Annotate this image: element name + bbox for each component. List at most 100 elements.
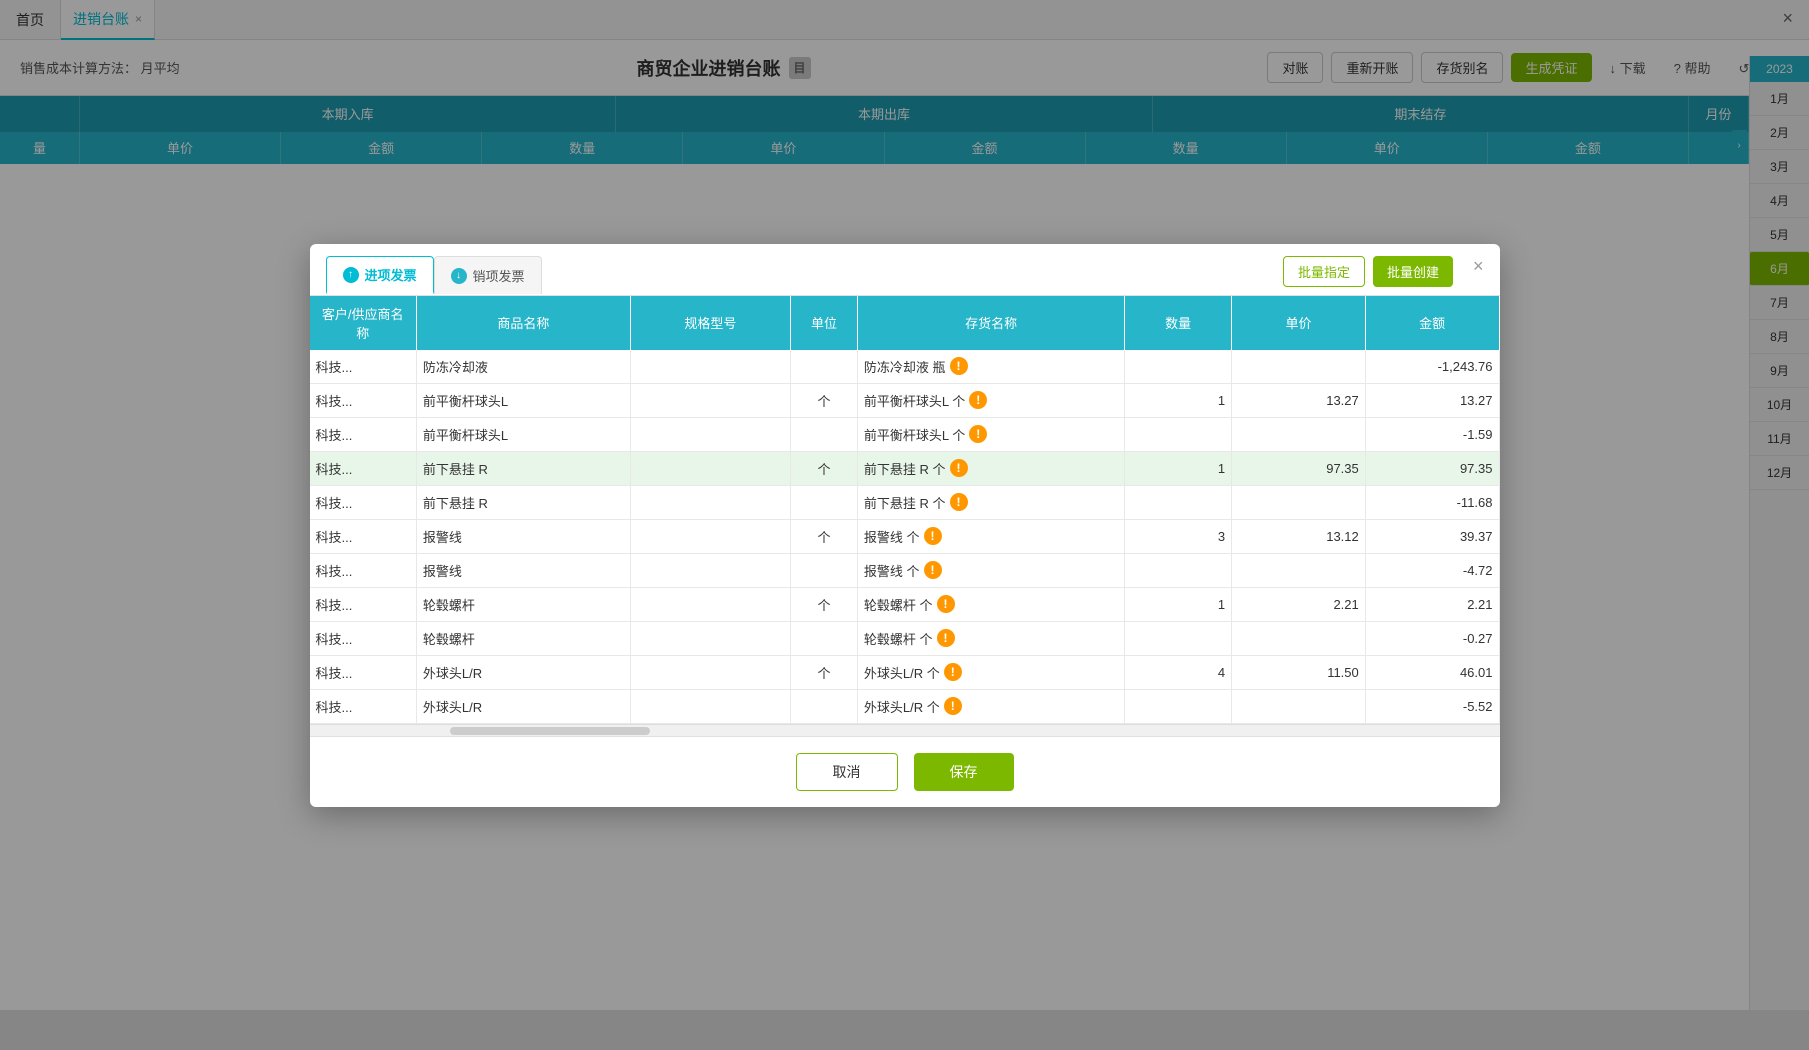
table-cell: -4.72: [1365, 553, 1499, 587]
warning-icon[interactable]: !: [937, 629, 955, 647]
warning-icon[interactable]: !: [950, 357, 968, 375]
table-cell: [791, 621, 858, 655]
inventory-cell: 防冻冷却液 瓶!: [858, 350, 1125, 383]
tab-purchase-invoice[interactable]: ↑ 进项发票: [326, 256, 434, 294]
table-cell: 前下悬挂 R: [416, 485, 630, 519]
warning-icon[interactable]: !: [950, 493, 968, 511]
table-cell: -11.68: [1365, 485, 1499, 519]
table-cell: [791, 350, 858, 384]
table-cell: [791, 553, 858, 587]
table-cell: 11.50: [1232, 655, 1366, 689]
inventory-cell: 报警线 个!: [858, 554, 1125, 587]
table-cell: 13.12: [1232, 519, 1366, 553]
table-cell: 科技...: [310, 417, 417, 451]
tab-sales-label: 销项发票: [473, 266, 525, 285]
table-cell: [630, 350, 790, 384]
table-cell: 科技...: [310, 519, 417, 553]
table-cell: [1125, 485, 1232, 519]
col-amount: 金额: [1365, 296, 1499, 350]
warning-icon[interactable]: !: [969, 391, 987, 409]
table-cell: [1125, 689, 1232, 723]
table-cell: [630, 417, 790, 451]
cancel-button[interactable]: 取消: [796, 753, 898, 791]
col-spec: 规格型号: [630, 296, 790, 350]
table-cell: 科技...: [310, 451, 417, 485]
table-row: 科技...前下悬挂 R个前下悬挂 R 个!197.3597.35: [310, 451, 1500, 485]
col-quantity: 数量: [1125, 296, 1232, 350]
col-inventory: 存货名称: [857, 296, 1124, 350]
modal-overlay: ↑ 进项发票 ↓ 销项发票 批量指定 批量创建 × 客户/供应商名称: [0, 0, 1809, 1050]
modal-header: ↑ 进项发票 ↓ 销项发票 批量指定 批量创建 ×: [310, 244, 1500, 296]
table-cell: 科技...: [310, 383, 417, 417]
batch-create-button[interactable]: 批量创建: [1373, 256, 1453, 287]
modal-table: 客户/供应商名称 商品名称 规格型号 单位 存货名称 数量 单价 金额 科技..…: [310, 296, 1500, 724]
table-row: 科技...前下悬挂 R前下悬挂 R 个!-11.68: [310, 485, 1500, 519]
table-row: 科技...外球头L/R外球头L/R 个!-5.52: [310, 689, 1500, 723]
table-cell: 13.27: [1365, 383, 1499, 417]
table-cell: 39.37: [1365, 519, 1499, 553]
table-cell: [630, 689, 790, 723]
table-row: 科技...轮毂螺杆个轮毂螺杆 个!12.212.21: [310, 587, 1500, 621]
table-cell: 个: [791, 587, 858, 621]
table-cell: [791, 485, 858, 519]
col-unit-price: 单价: [1232, 296, 1366, 350]
table-cell: -1.59: [1365, 417, 1499, 451]
inventory-cell: 轮毂螺杆 个!: [858, 588, 1125, 621]
table-cell: 个: [791, 655, 858, 689]
table-cell: 科技...: [310, 621, 417, 655]
table-cell: 46.01: [1365, 655, 1499, 689]
table-cell: [1232, 553, 1366, 587]
scrollbar-thumb[interactable]: [450, 727, 650, 735]
table-row: 科技...报警线个报警线 个!313.1239.37: [310, 519, 1500, 553]
warning-icon[interactable]: !: [950, 459, 968, 477]
table-cell: [630, 553, 790, 587]
table-cell: 报警线: [416, 553, 630, 587]
modal-horizontal-scrollbar[interactable]: [310, 724, 1500, 736]
warning-icon[interactable]: !: [944, 663, 962, 681]
warning-icon[interactable]: !: [969, 425, 987, 443]
modal-header-actions: 批量指定 批量创建 ×: [1283, 256, 1484, 295]
inventory-cell: 外球头L/R 个!: [858, 656, 1125, 689]
warning-icon[interactable]: !: [924, 527, 942, 545]
table-cell: [1125, 621, 1232, 655]
batch-assign-button[interactable]: 批量指定: [1283, 256, 1365, 287]
table-row: 科技...防冻冷却液防冻冷却液 瓶!-1,243.76: [310, 350, 1500, 384]
table-cell: 3: [1125, 519, 1232, 553]
tab-sales-invoice[interactable]: ↓ 销项发票: [434, 256, 542, 294]
table-cell: -1,243.76: [1365, 350, 1499, 384]
table-row: 科技...外球头L/R个外球头L/R 个!411.5046.01: [310, 655, 1500, 689]
table-cell: 1: [1125, 383, 1232, 417]
tab-purchase-label: 进项发票: [365, 265, 417, 284]
table-cell: 1: [1125, 587, 1232, 621]
purchase-tab-icon: ↑: [343, 267, 359, 283]
table-cell: 97.35: [1365, 451, 1499, 485]
table-cell: 前下悬挂 R: [416, 451, 630, 485]
table-cell: 科技...: [310, 485, 417, 519]
save-button[interactable]: 保存: [914, 753, 1014, 791]
table-cell: [1232, 350, 1366, 384]
modal-dialog: ↑ 进项发票 ↓ 销项发票 批量指定 批量创建 × 客户/供应商名称: [310, 244, 1500, 807]
table-cell: 防冻冷却液: [416, 350, 630, 384]
table-cell: [630, 621, 790, 655]
table-cell: 外球头L/R: [416, 689, 630, 723]
table-cell: 外球头L/R: [416, 655, 630, 689]
table-cell: 轮毂螺杆: [416, 587, 630, 621]
table-cell: [1125, 553, 1232, 587]
table-cell: 个: [791, 383, 858, 417]
table-cell: 轮毂螺杆: [416, 621, 630, 655]
table-cell: -0.27: [1365, 621, 1499, 655]
table-cell: [1125, 350, 1232, 384]
col-product: 商品名称: [416, 296, 630, 350]
modal-close-icon[interactable]: ×: [1473, 256, 1484, 287]
table-cell: 个: [791, 451, 858, 485]
table-cell: [630, 587, 790, 621]
warning-icon[interactable]: !: [924, 561, 942, 579]
inventory-cell: 前下悬挂 R 个!: [858, 452, 1125, 485]
inventory-cell: 报警线 个!: [858, 520, 1125, 553]
col-unit: 单位: [791, 296, 858, 350]
warning-icon[interactable]: !: [937, 595, 955, 613]
table-cell: 4: [1125, 655, 1232, 689]
warning-icon[interactable]: !: [944, 697, 962, 715]
modal-footer: 取消 保存: [310, 736, 1500, 807]
table-cell: [630, 383, 790, 417]
